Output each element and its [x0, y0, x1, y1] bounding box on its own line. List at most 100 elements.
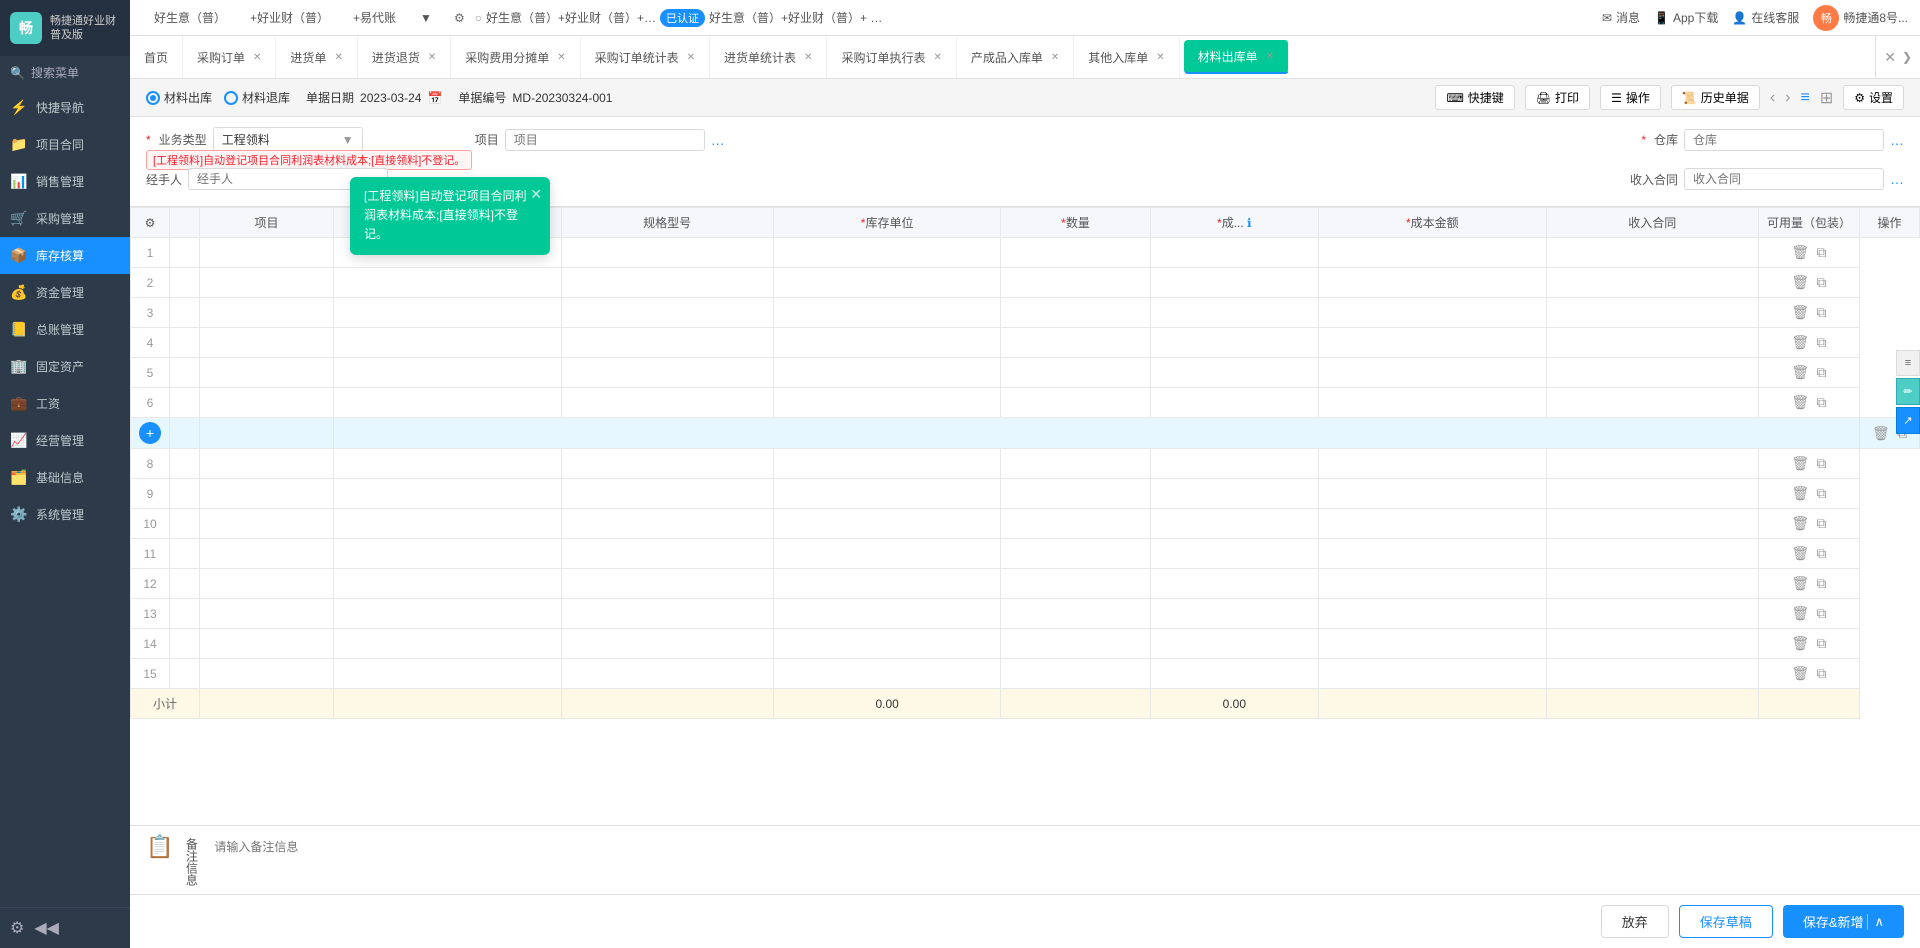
row-1-cost-price[interactable]: [1001, 238, 1150, 268]
settings-cog-icon[interactable]: ⚙: [454, 11, 465, 25]
row-11-cost-price[interactable]: [1001, 539, 1150, 569]
row-2-warehouse-unit[interactable]: [561, 268, 773, 298]
row-3-copy-btn[interactable]: ⧉: [1817, 304, 1827, 320]
row-8-cost-amount[interactable]: [1150, 449, 1318, 479]
row-15-material[interactable]: [200, 659, 334, 689]
th-income-contract[interactable]: 收入合同: [1546, 208, 1758, 238]
tab-purchase-stat[interactable]: 采购订单统计表 ✕: [581, 36, 710, 78]
row-10-warehouse-unit[interactable]: [561, 509, 773, 539]
row-10-copy-btn[interactable]: ⧉: [1817, 515, 1827, 531]
row-11-available-qty[interactable]: [1546, 539, 1758, 569]
row-11-income-contract[interactable]: [1319, 539, 1547, 569]
row-14-delete-btn[interactable]: 🗑: [1791, 635, 1809, 651]
row-9-quantity[interactable]: [773, 479, 1001, 509]
row-5-cost-price[interactable]: [1001, 358, 1150, 388]
row-2-cost-amount[interactable]: [1150, 268, 1318, 298]
view-grid-btn[interactable]: ⊞: [1820, 88, 1833, 108]
row-15-cost-amount[interactable]: [1150, 659, 1318, 689]
settings-btn[interactable]: ⚙ 设置: [1843, 85, 1904, 110]
notes-input[interactable]: [210, 834, 1904, 884]
user-avatar[interactable]: 畅 畅捷通8号...: [1813, 5, 1908, 31]
row-4-spec[interactable]: [333, 328, 561, 358]
very-top-tab-more[interactable]: ▼: [408, 7, 444, 29]
tab-purchase-expense[interactable]: 采购费用分摊单 ✕: [451, 36, 580, 78]
operations-btn[interactable]: ☰ 操作: [1600, 85, 1661, 110]
row-1-project[interactable]: [170, 238, 200, 268]
right-tool-3[interactable]: ↗: [1896, 407, 1920, 434]
row-15-spec[interactable]: [333, 659, 561, 689]
online-service-btn[interactable]: 👤 在线客服: [1732, 9, 1799, 26]
row-4-copy-btn[interactable]: ⧉: [1817, 334, 1827, 350]
nav-prev-btn[interactable]: ‹: [1770, 89, 1775, 107]
row-11-cost-amount[interactable]: [1150, 539, 1318, 569]
row-6-available-qty[interactable]: [1546, 388, 1758, 418]
row-12-spec[interactable]: [333, 569, 561, 599]
row-3-quantity[interactable]: [773, 298, 1001, 328]
row-10-delete-btn[interactable]: 🗑: [1791, 515, 1809, 531]
th-cost-amount[interactable]: *成本金额: [1319, 208, 1547, 238]
row-6-warehouse-unit[interactable]: [561, 388, 773, 418]
radio-material-out[interactable]: 材料出库: [146, 89, 212, 106]
tab-purchase-receipt[interactable]: 进货单 ✕: [276, 36, 357, 78]
close-all-btn[interactable]: ✕: [1884, 49, 1896, 66]
tab-home[interactable]: 首页: [130, 36, 183, 78]
row-9-cost-price[interactable]: [1001, 479, 1150, 509]
row-13-delete-btn[interactable]: 🗑: [1791, 605, 1809, 621]
row-12-copy-btn[interactable]: ⧉: [1817, 575, 1827, 591]
tab-production-in-close[interactable]: ✕: [1051, 52, 1059, 63]
tab-receipt-stat-close[interactable]: ✕: [804, 52, 812, 63]
row-2-cost-price[interactable]: [1001, 268, 1150, 298]
tab-other-in-close[interactable]: ✕: [1156, 52, 1164, 63]
row-8-available-qty[interactable]: [1546, 449, 1758, 479]
row-5-cost-amount[interactable]: [1150, 358, 1318, 388]
tab-purchase-exec[interactable]: 采购订单执行表 ✕: [827, 36, 956, 78]
sidebar-item-operations[interactable]: 📈 经营管理: [0, 422, 130, 459]
row-12-delete-btn[interactable]: 🗑: [1791, 575, 1809, 591]
business-type-select[interactable]: 工程领料 ▼: [213, 127, 363, 152]
row-12-project[interactable]: [170, 569, 200, 599]
th-quantity[interactable]: *数量: [1001, 208, 1150, 238]
sidebar-item-basic[interactable]: 🗂️ 基础信息: [0, 459, 130, 496]
row-9-delete-btn[interactable]: 🗑: [1791, 485, 1809, 501]
row-1-available-qty[interactable]: [1546, 238, 1758, 268]
sidebar-item-assets[interactable]: 🏢 固定资产: [0, 348, 130, 385]
row-5-warehouse-unit[interactable]: [561, 358, 773, 388]
th-project[interactable]: 项目: [200, 208, 334, 238]
row-8-warehouse-unit[interactable]: [561, 449, 773, 479]
row-8-copy-btn[interactable]: ⧉: [1817, 455, 1827, 471]
row-10-cost-price[interactable]: [1001, 509, 1150, 539]
tab-purchase-order-close[interactable]: ✕: [253, 52, 261, 63]
row-4-cost-amount[interactable]: [1150, 328, 1318, 358]
add-row-btn-cell[interactable]: +: [131, 418, 170, 449]
tooltip-close-btn[interactable]: ✕: [530, 183, 542, 205]
row-14-income-contract[interactable]: [1319, 629, 1547, 659]
row-13-copy-btn[interactable]: ⧉: [1817, 605, 1827, 621]
row-10-income-contract[interactable]: [1319, 509, 1547, 539]
row-1-copy-btn[interactable]: ⧉: [1817, 244, 1827, 260]
row-3-warehouse-unit[interactable]: [561, 298, 773, 328]
row-1-warehouse-unit[interactable]: [561, 238, 773, 268]
sidebar-item-sales[interactable]: 📊 销售管理: [0, 163, 130, 200]
row-8-material[interactable]: [200, 449, 334, 479]
save-new-arrow-icon[interactable]: ∧: [1867, 914, 1884, 930]
th-spec[interactable]: 规格型号: [561, 208, 773, 238]
row-6-delete-btn[interactable]: 🗑: [1791, 394, 1809, 410]
row-12-material[interactable]: [200, 569, 334, 599]
sidebar-item-system[interactable]: ⚙️ 系统管理: [0, 496, 130, 533]
row-2-delete-btn[interactable]: 🗑: [1791, 274, 1809, 290]
row-6-project[interactable]: [170, 388, 200, 418]
tab-purchase-receipt-close[interactable]: ✕: [334, 52, 342, 63]
more-apps[interactable]: 好生意（普）+好业财（普）+ …: [709, 9, 882, 26]
row-4-available-qty[interactable]: [1546, 328, 1758, 358]
tab-receipt-stat[interactable]: 进货单统计表 ✕: [710, 36, 827, 78]
income-contract-input[interactable]: [1684, 168, 1884, 190]
row-13-warehouse-unit[interactable]: [561, 599, 773, 629]
sidebar-item-quicknav[interactable]: ⚡ 快捷导航: [0, 89, 130, 126]
row-13-cost-price[interactable]: [1001, 599, 1150, 629]
row-2-available-qty[interactable]: [1546, 268, 1758, 298]
tab-purchase-expense-close[interactable]: ✕: [557, 52, 565, 63]
row-3-project[interactable]: [170, 298, 200, 328]
row-4-cost-price[interactable]: [1001, 328, 1150, 358]
row-12-quantity[interactable]: [773, 569, 1001, 599]
message-btn[interactable]: ✉ 消息: [1602, 9, 1640, 26]
